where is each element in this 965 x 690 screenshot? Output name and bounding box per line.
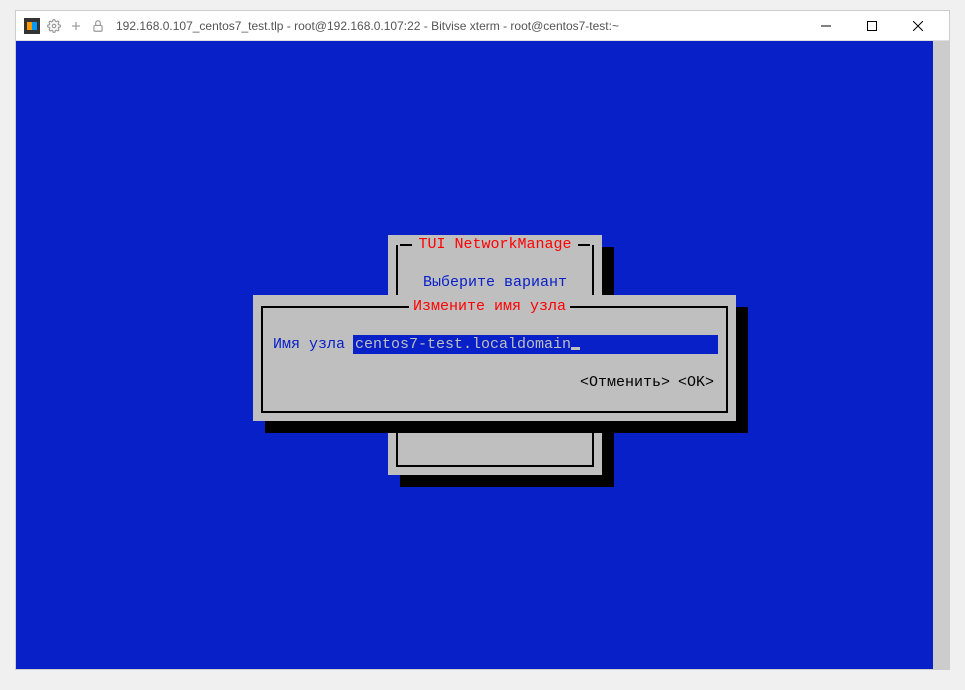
front-frame-top: Измените имя узла	[261, 297, 728, 316]
app-window: 192.168.0.107_centos7_test.tlp - root@19…	[15, 10, 950, 670]
minimize-button[interactable]	[803, 12, 849, 40]
window-controls	[803, 12, 941, 40]
hostname-dialog-body: Измените имя узла Имя узла centos7-test.…	[253, 295, 736, 421]
hostname-dialog: Измените имя узла Имя узла centos7-test.…	[253, 295, 736, 421]
hostname-input-value: centos7-test.localdomain	[355, 336, 571, 353]
text-cursor	[571, 347, 580, 350]
hostname-input[interactable]: centos7-test.localdomain	[353, 335, 718, 354]
titlebar[interactable]: 192.168.0.107_centos7_test.tlp - root@19…	[16, 11, 949, 41]
back-frame-top: TUI NetworkManage	[388, 235, 602, 254]
cancel-button[interactable]: <Отменить>	[580, 373, 670, 392]
ok-button[interactable]: <OK>	[678, 373, 714, 392]
back-frame-bottom	[396, 465, 594, 467]
hostname-dialog-title: Измените имя узла	[409, 297, 570, 316]
window-title: 192.168.0.107_centos7_test.tlp - root@19…	[116, 19, 803, 33]
plus-icon[interactable]	[68, 18, 84, 34]
front-frame-right	[726, 306, 728, 411]
close-button[interactable]	[895, 12, 941, 40]
back-dialog-prompt: Выберите вариант	[388, 273, 602, 292]
titlebar-left-icons	[24, 18, 106, 34]
terminal-area[interactable]: TUI NetworkManage Выберите вариант Измен…	[16, 41, 949, 669]
scrollbar-thumb[interactable]	[933, 41, 949, 669]
back-dialog-title: TUI NetworkManage	[414, 235, 575, 254]
front-frame-bottom	[261, 411, 728, 413]
gear-icon[interactable]	[46, 18, 62, 34]
hostname-row: Имя узла centos7-test.localdomain	[273, 335, 718, 354]
hostname-label: Имя узла	[273, 335, 345, 354]
front-frame-left	[261, 306, 263, 411]
dialog-buttons: <Отменить> <OK>	[580, 373, 714, 392]
scrollbar-track[interactable]	[933, 41, 949, 669]
lock-icon[interactable]	[90, 18, 106, 34]
maximize-button[interactable]	[849, 12, 895, 40]
app-icon	[24, 18, 40, 34]
